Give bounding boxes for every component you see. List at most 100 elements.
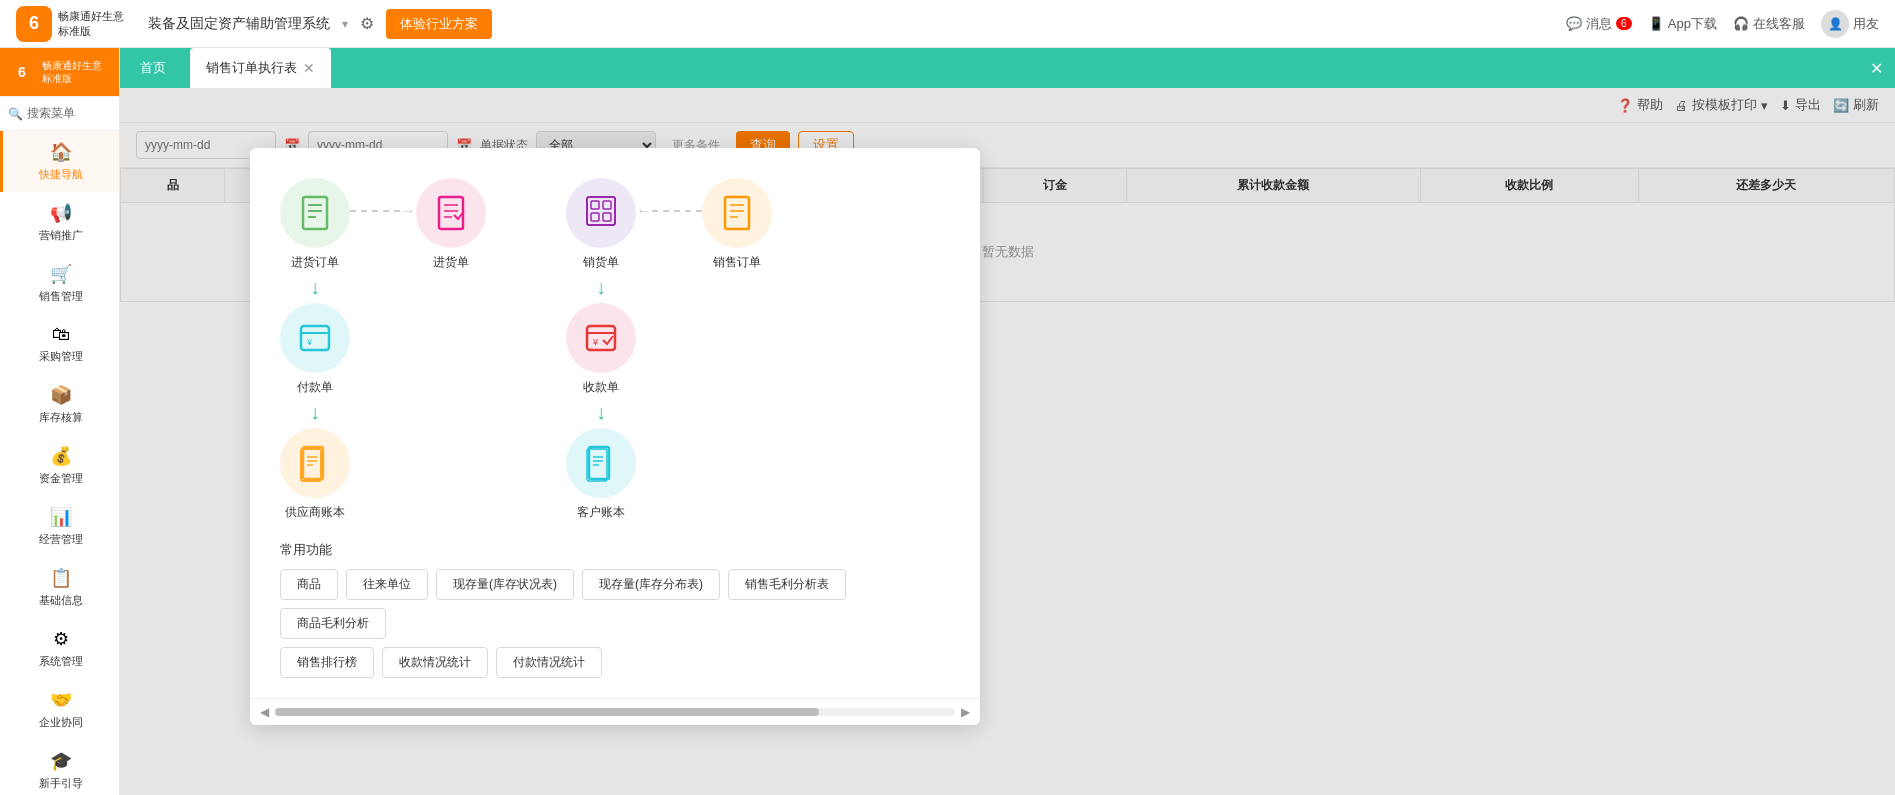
message-button[interactable]: 💬 消息 6 — [1566, 15, 1632, 33]
sidebar-item-label: 经营管理 — [39, 532, 83, 547]
sidebar-item-label: 快捷导航 — [39, 167, 83, 182]
function-buttons-row-1: 商品 往来单位 现存量(库存状况表) 现存量(库存分布表) 销售毛利分析表 商品… — [280, 569, 950, 639]
sidebar-item-label: 营销推广 — [39, 228, 83, 243]
headset-icon: 🎧 — [1733, 16, 1749, 31]
top-bar: 6 畅康通好生意 标准版 装备及固定资产辅助管理系统 ▾ ⚙ 体验行业方案 💬 … — [0, 0, 1895, 48]
flow-node-payment[interactable]: ¥ 付款单 — [280, 303, 350, 396]
sidebar-item-capital[interactable]: 💰 资金管理 — [0, 435, 119, 496]
sidebar-item-marketing[interactable]: 📢 营销推广 — [0, 192, 119, 253]
sidebar-item-quick-nav[interactable]: 🏠 快捷导航 — [0, 131, 119, 192]
sidebar-item-label: 基础信息 — [39, 593, 83, 608]
customer-ledger-icon — [566, 428, 636, 498]
inventory-icon: 📦 — [50, 384, 72, 406]
dropdown-arrow-icon[interactable]: ▾ — [342, 17, 348, 31]
gear-icon[interactable]: ⚙ — [360, 14, 374, 33]
quick-nav-icon: 🏠 — [50, 141, 72, 163]
sidebar-item-label: 企业协同 — [39, 715, 83, 730]
svg-rect-12 — [439, 197, 463, 229]
func-btn-goods-gross[interactable]: 商品毛利分析 — [280, 608, 386, 639]
svg-rect-17 — [591, 201, 599, 209]
func-btn-receipt-stats[interactable]: 收款情况统计 — [382, 647, 488, 678]
sales-order-label: 销售订单 — [713, 254, 761, 271]
down-arrow-1: ↓ — [310, 277, 320, 297]
app-download-button[interactable]: 📱 App下载 — [1648, 15, 1717, 33]
tab-home[interactable]: 首页 — [120, 48, 186, 88]
marketing-icon: 📢 — [50, 202, 72, 224]
sales-bill-icon — [566, 178, 636, 248]
svg-rect-0 — [303, 197, 327, 229]
tab-sales-order-exec[interactable]: 销售订单执行表 ✕ — [190, 48, 331, 88]
tab-bar-right: ✕ — [1870, 59, 1895, 78]
func-btn-inventory-status[interactable]: 现存量(库存状况表) — [436, 569, 574, 600]
func-btn-contacts[interactable]: 往来单位 — [346, 569, 428, 600]
flow-node-purchase-order[interactable]: 进货订单 — [280, 178, 350, 271]
sidebar-item-sales[interactable]: 🛒 销售管理 — [0, 253, 119, 314]
page-content: ❓ 帮助 🖨 按模板打印 ▾ ⬇ 导出 🔄 刷新 — [120, 88, 1895, 795]
func-btn-payment-stats[interactable]: 付款情况统计 — [496, 647, 602, 678]
sidebar-logo: 6 畅康通好生意 标准版 — [0, 48, 119, 97]
sidebar-item-basic-info[interactable]: 📋 基础信息 — [0, 557, 119, 618]
search-icon: 🔍 — [8, 107, 23, 121]
purchase-bill-icon — [416, 178, 486, 248]
sidebar-item-label: 新手引导 — [39, 776, 83, 791]
sidebar-logo-icon: 6 — [8, 58, 36, 86]
tab-close-icon[interactable]: ✕ — [303, 60, 315, 76]
avatar: 👤 — [1821, 10, 1849, 38]
sidebar-item-label: 采购管理 — [39, 349, 83, 364]
modal-scrollbar: ◀ ▶ — [250, 698, 980, 725]
down-arrow-3: ↓ — [310, 402, 320, 422]
sidebar-item-label: 销售管理 — [39, 289, 83, 304]
down-arrow-4: ↓ — [596, 402, 606, 422]
flow-node-sales-bill[interactable]: 销货单 — [566, 178, 636, 271]
online-service-button[interactable]: 🎧 在线客服 — [1733, 15, 1805, 33]
sales-bill-label: 销货单 — [583, 254, 619, 271]
scrollbar-track — [275, 708, 955, 716]
supplier-ledger-label: 供应商账本 — [285, 504, 345, 521]
svg-text:¥: ¥ — [592, 337, 599, 347]
sidebar-item-newbie[interactable]: 🎓 新手引导 — [0, 740, 119, 795]
sales-icon: 🛒 — [50, 263, 72, 285]
purchase-icon: 🛍 — [52, 324, 70, 345]
func-btn-sales-gross[interactable]: 销售毛利分析表 — [728, 569, 846, 600]
func-btn-goods[interactable]: 商品 — [280, 569, 338, 600]
func-btn-sales-rank[interactable]: 销售排行榜 — [280, 647, 374, 678]
sidebar-item-operations[interactable]: 📊 经营管理 — [0, 496, 119, 557]
logo-area: 6 畅康通好生意 标准版 — [16, 6, 136, 42]
sidebar-item-label: 资金管理 — [39, 471, 83, 486]
phone-icon: 📱 — [1648, 16, 1664, 31]
svg-rect-18 — [603, 201, 611, 209]
capital-icon: 💰 — [50, 445, 72, 467]
svg-text:¥: ¥ — [306, 337, 313, 347]
experience-button[interactable]: 体验行业方案 — [386, 9, 492, 39]
flow-node-sales-order[interactable]: 销售订单 — [702, 178, 772, 271]
system-title: 装备及固定资产辅助管理系统 — [148, 15, 330, 33]
sales-order-icon — [702, 178, 772, 248]
operations-icon: 📊 — [50, 506, 72, 528]
scrollbar-thumb[interactable] — [275, 708, 819, 716]
sidebar-item-inventory[interactable]: 📦 库存核算 — [0, 374, 119, 435]
purchase-bill-label: 进货单 — [433, 254, 469, 271]
sidebar-item-purchase[interactable]: 🛍 采购管理 — [0, 314, 119, 374]
message-badge: 6 — [1616, 17, 1632, 30]
down-arrow-2: ↓ — [596, 277, 606, 297]
user-menu[interactable]: 👤 用友 — [1821, 10, 1879, 38]
modal-body: 进货订单 ↓ — [250, 148, 980, 698]
flow-node-supplier-ledger[interactable]: 供应商账本 — [280, 428, 350, 521]
sidebar-item-enterprise[interactable]: 🤝 企业协同 — [0, 679, 119, 740]
receipt-icon: ¥ — [566, 303, 636, 373]
scroll-left-icon[interactable]: ◀ — [260, 705, 269, 719]
modal-overlay[interactable]: 进货订单 ↓ — [120, 88, 1895, 795]
common-functions-section: 常用功能 商品 往来单位 现存量(库存状况表) 现存量(库存分布表) 销售毛利分… — [280, 541, 950, 678]
main-area: 6 畅康通好生意 标准版 🔍 搜索菜单 🏠 快捷导航 📢 营销推广 🛒 销 — [0, 48, 1895, 795]
close-all-tabs-button[interactable]: ✕ — [1870, 59, 1883, 78]
flow-node-purchase-bill[interactable]: 进货单 — [416, 178, 486, 271]
svg-rect-24 — [589, 447, 609, 479]
common-functions-title: 常用功能 — [280, 541, 950, 559]
flow-node-customer-ledger[interactable]: 客户账本 — [566, 428, 636, 521]
sidebar-item-system[interactable]: ⚙ 系统管理 — [0, 618, 119, 679]
scroll-right-icon[interactable]: ▶ — [961, 705, 970, 719]
system-icon: ⚙ — [53, 628, 69, 650]
flow-node-receipt[interactable]: ¥ 收款单 — [566, 303, 636, 396]
func-btn-inventory-dist[interactable]: 现存量(库存分布表) — [582, 569, 720, 600]
search-menu-button[interactable]: 🔍 搜索菜单 — [0, 97, 119, 131]
